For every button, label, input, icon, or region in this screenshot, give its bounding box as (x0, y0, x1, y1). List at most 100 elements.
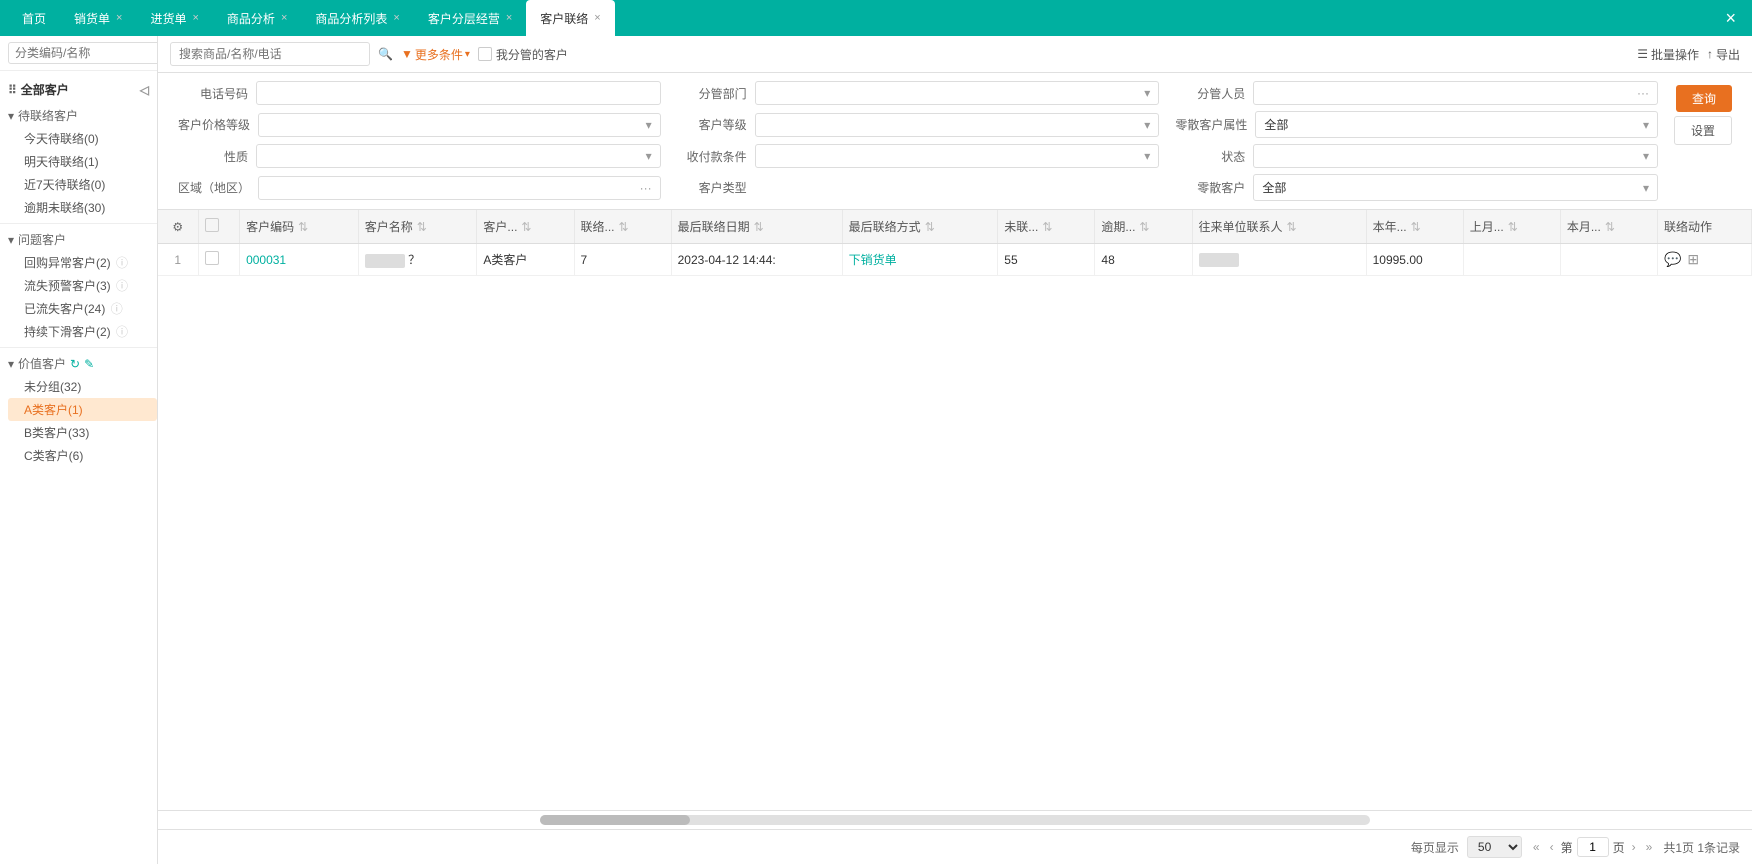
col-resize-overdue[interactable]: ⇅ (1139, 220, 1149, 234)
filter-retail-customer-label: 零散客户 (1175, 179, 1245, 196)
filter-payment-dropdown[interactable]: ▾ (755, 144, 1160, 168)
nav-customer-contact[interactable]: 客户联络 × (526, 0, 614, 36)
sidebar-item-b-class[interactable]: B类客户(33) (8, 421, 157, 444)
filter-dept: 分管部门 ▾ (669, 81, 1168, 105)
sidebar-item-tomorrow[interactable]: 明天待联络(1) (8, 150, 157, 173)
chat-action-icon[interactable]: 💬 (1664, 251, 1681, 268)
customer-code-link[interactable]: 000031 (246, 253, 286, 267)
row-checkbox[interactable] (205, 251, 219, 265)
filter-price-level-dropdown[interactable]: ▾ (258, 113, 661, 137)
table-checkbox-all[interactable] (205, 218, 219, 232)
first-page-btn[interactable]: « (1530, 840, 1543, 854)
close-customer-segment-icon[interactable]: × (506, 12, 512, 24)
td-last-method: 下销货单 (842, 244, 998, 276)
per-page-select[interactable]: 50 100 200 (1467, 836, 1522, 858)
sidebar-item-overdue[interactable]: 逾期未联络(30) (8, 196, 157, 219)
col-resize-name[interactable]: ⇅ (417, 220, 427, 234)
sidebar-item-churn-warning[interactable]: 流失预警客户(3) ⓘ (8, 274, 157, 297)
filter-retail-attr-dropdown[interactable]: 全部 ▾ (1255, 111, 1658, 138)
horizontal-scrollbar[interactable] (540, 815, 1370, 825)
sidebar-search-input[interactable] (8, 42, 158, 64)
filter-nature-dropdown[interactable]: ▾ (256, 144, 661, 168)
filter-retail-customer-dropdown[interactable]: 全部 ▾ (1253, 174, 1658, 201)
last-method-link[interactable]: 下销货单 (849, 253, 897, 267)
close-purchase-icon[interactable]: × (192, 12, 198, 24)
col-resize-code[interactable]: ⇅ (298, 220, 308, 234)
th-action: 联络动作 (1657, 210, 1751, 244)
th-name: 客户名称 ⇅ (358, 210, 477, 244)
sidebar-item-today[interactable]: 今天待联络(0) (8, 127, 157, 150)
batch-op-btn[interactable]: ☰ 批量操作 (1637, 46, 1699, 63)
qr-action-icon[interactable]: ⊞ (1687, 251, 1699, 268)
col-resize-this-month[interactable]: ⇅ (1605, 220, 1615, 234)
nav-product-list[interactable]: 商品分析列表 × (301, 0, 413, 36)
close-customer-contact-icon[interactable]: × (594, 12, 600, 24)
sidebar-group-pending-title[interactable]: ▾ 待联络客户 (8, 104, 157, 127)
edit-group-icon[interactable]: ✎ (84, 357, 94, 371)
table-settings-icon[interactable]: ⚙ (172, 220, 183, 234)
col-resize-last-month[interactable]: ⇅ (1508, 220, 1518, 234)
pagination: « ‹ 第 页 › » (1530, 837, 1655, 857)
close-all-btn[interactable]: × (1717, 8, 1744, 29)
col-resize-last-date[interactable]: ⇅ (754, 220, 764, 234)
col-resize-last-method[interactable]: ⇅ (925, 220, 935, 234)
col-resize-contact[interactable]: ⇅ (619, 220, 629, 234)
unit-contact-blur (1199, 253, 1239, 267)
filter-region-input[interactable]: ··· (258, 176, 661, 200)
filter-person-dropdown[interactable]: ··· (1253, 81, 1658, 105)
nav-customer-segment[interactable]: 客户分层经营 × (414, 0, 526, 36)
search-input[interactable] (170, 42, 370, 66)
nav-sales[interactable]: 销货单 × (60, 0, 136, 36)
triangle-down-icon-3: ▾ (8, 357, 14, 371)
page-input[interactable] (1577, 837, 1609, 857)
sidebar-item-ungroup[interactable]: 未分组(32) (8, 375, 157, 398)
query-btn[interactable]: 查询 (1676, 85, 1732, 112)
filter-customer-level-dropdown[interactable]: ▾ (755, 113, 1160, 137)
th-this-year: 本年... ⇅ (1366, 210, 1463, 244)
close-sales-icon[interactable]: × (116, 12, 122, 24)
customer-name-blur (365, 254, 405, 268)
nav-purchase[interactable]: 进货单 × (136, 0, 212, 36)
main-layout: 🔍 ⠿ 全部客户 ◁ ▾ 待联络客户 今天待联络(0) 明天待联络(1) 近7天… (0, 36, 1752, 864)
col-resize-unit-contact[interactable]: ⇅ (1287, 220, 1297, 234)
sidebar-group-problem-title[interactable]: ▾ 问题客户 (8, 228, 157, 251)
nav-product-analysis[interactable]: 商品分析 × (213, 0, 301, 36)
last-page-btn[interactable]: » (1643, 840, 1656, 854)
sidebar-item-churned[interactable]: 已流失客户(24) ⓘ (8, 297, 157, 320)
row-action-btns: 💬 ⊞ (1664, 251, 1745, 268)
next-page-btn[interactable]: › (1629, 840, 1639, 854)
close-product-list-icon[interactable]: × (393, 12, 399, 24)
sidebar-item-c-class[interactable]: C类客户(6) (8, 444, 157, 467)
collapse-icon[interactable]: ◁ (140, 83, 149, 97)
refresh-icon[interactable]: ↻ (70, 357, 80, 371)
close-product-analysis-icon[interactable]: × (281, 12, 287, 24)
scrollbar-thumb[interactable] (540, 815, 690, 825)
td-this-month (1560, 244, 1657, 276)
footer: 每页显示 50 100 200 « ‹ 第 页 › » 共1页 1条记录 (158, 829, 1752, 864)
sidebar-group-value-title[interactable]: ▾ 价值客户 ↻ ✎ (8, 352, 157, 375)
filter-status-dropdown[interactable]: ▾ (1253, 144, 1658, 168)
filter-dept-dropdown[interactable]: ▾ (755, 81, 1160, 105)
grid-icon: ⠿ (8, 83, 17, 97)
col-resize-this-year[interactable]: ⇅ (1411, 220, 1421, 234)
nav-home[interactable]: 首页 (8, 0, 60, 36)
sidebar-item-7days[interactable]: 近7天待联络(0) (8, 173, 157, 196)
filter-customer-level: 客户等级 ▾ (669, 113, 1168, 137)
prev-page-btn[interactable]: ‹ (1547, 840, 1557, 854)
table-row: 1 000031 ？ A类客户 7 2023-04-12 (158, 244, 1752, 276)
export-btn[interactable]: ↑ 导出 (1707, 46, 1740, 63)
filter-search-icon[interactable]: 🔍 (378, 47, 393, 61)
dept-dropdown-arrow: ▾ (1144, 86, 1150, 100)
filter-phone-input[interactable] (256, 81, 661, 105)
col-resize-uncontacted[interactable]: ⇅ (1042, 220, 1052, 234)
th-code: 客户编码 ⇅ (240, 210, 359, 244)
nature-arrow: ▾ (646, 149, 652, 163)
setting-btn[interactable]: 设置 (1674, 116, 1732, 145)
col-resize-level[interactable]: ⇅ (521, 220, 531, 234)
my-customer-checkbox[interactable] (478, 47, 492, 61)
sidebar-item-a-class[interactable]: A类客户(1) (8, 398, 157, 421)
sidebar-item-rebuy-abnormal[interactable]: 回购异常客户(2) ⓘ (8, 251, 157, 274)
my-customer-checkbox-label[interactable]: 我分管的客户 (478, 46, 568, 63)
sidebar-item-declining[interactable]: 持续下滑客户(2) ⓘ (8, 320, 157, 343)
more-filter-btn[interactable]: ▼ 更多条件 ▾ (401, 46, 470, 63)
